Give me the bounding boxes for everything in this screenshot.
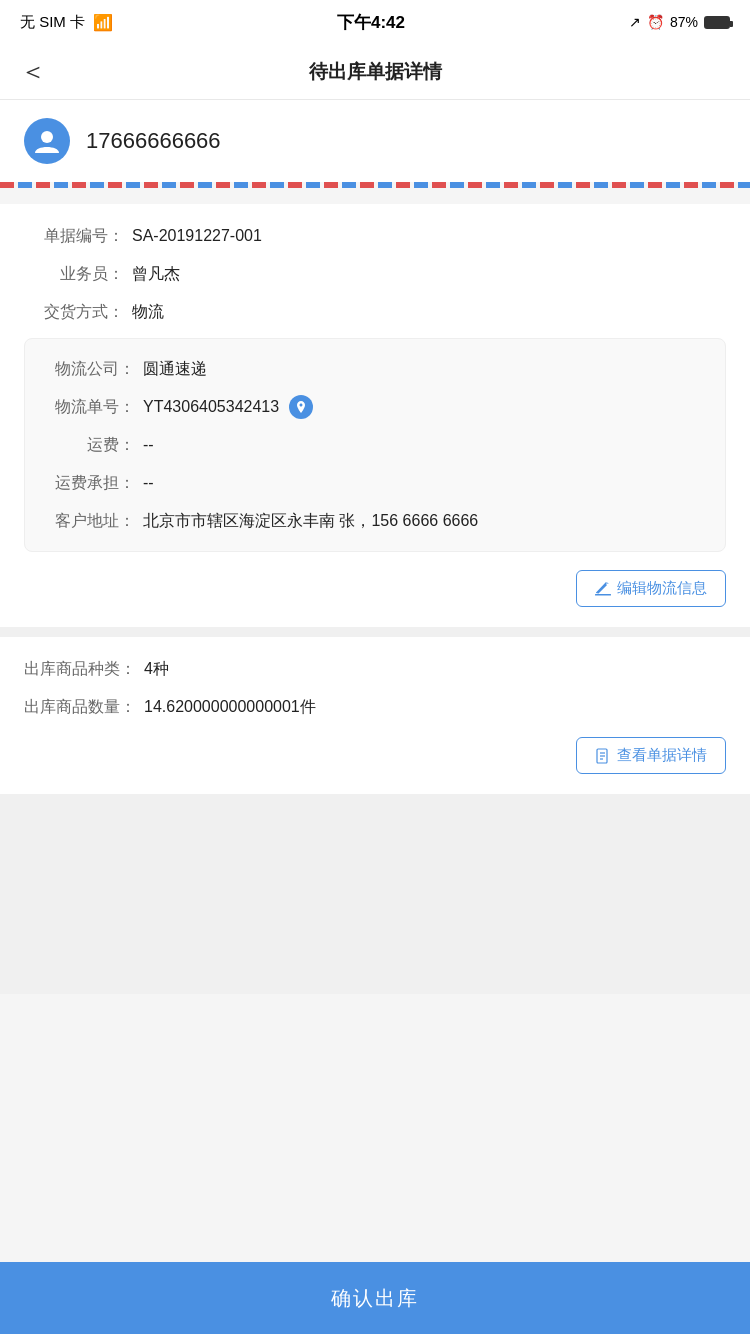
goods-section: 出库商品种类： 4种 出库商品数量： 14.620000000000001件 查… xyxy=(0,637,750,794)
edit-logistics-label: 编辑物流信息 xyxy=(617,579,707,598)
freight-bearer-value: -- xyxy=(143,471,705,495)
view-details-button[interactable]: 查看单据详情 xyxy=(576,737,726,774)
delivery-method-row: 交货方式： 物流 xyxy=(24,300,726,324)
confirm-bar[interactable]: 确认出库 xyxy=(0,1262,750,1334)
section-divider-1 xyxy=(0,627,750,637)
status-time: 下午4:42 xyxy=(337,11,405,34)
battery-text: 87% xyxy=(670,14,698,30)
address-label: 客户地址： xyxy=(45,511,135,532)
page-title: 待出库单据详情 xyxy=(309,59,442,85)
address-value: 北京市市辖区海淀区永丰南 张，156 6666 6666 xyxy=(143,509,705,533)
avatar xyxy=(24,118,70,164)
location-status-icon: ↗ xyxy=(629,14,641,30)
order-no-value: SA-20191227-001 xyxy=(132,224,726,248)
delivery-method-label: 交货方式： xyxy=(24,300,124,324)
battery-icon xyxy=(704,16,730,29)
basic-info-section: 单据编号： SA-20191227-001 业务员： 曾凡杰 交货方式： 物流 … xyxy=(0,204,750,627)
confirm-button-label: 确认出库 xyxy=(331,1285,419,1312)
goods-quantity-label: 出库商品数量： xyxy=(24,695,136,719)
salesman-value: 曾凡杰 xyxy=(132,262,726,286)
freight-label: 运费： xyxy=(45,435,135,456)
goods-type-row: 出库商品种类： 4种 xyxy=(24,657,726,681)
user-icon xyxy=(33,127,61,155)
status-bar: 无 SIM 卡 📶 下午4:42 ↗ ⏰ 87% xyxy=(0,0,750,44)
tracking-no-value: YT4306405342413 xyxy=(143,395,705,419)
goods-quantity-value: 14.620000000000001件 xyxy=(144,695,726,719)
tracking-no-label: 物流单号： xyxy=(45,397,135,418)
salesman-label: 业务员： xyxy=(24,262,124,286)
freight-value: -- xyxy=(143,433,705,457)
logistics-card: 物流公司： 圆通速递 物流单号： YT4306405342413 运费： -- … xyxy=(24,338,726,552)
svg-rect-1 xyxy=(595,594,611,596)
bottom-spacer xyxy=(0,794,750,994)
tracking-location-icon[interactable] xyxy=(289,395,313,419)
order-no-label: 单据编号： xyxy=(24,224,124,248)
freight-bearer-label: 运费承担： xyxy=(45,473,135,494)
svg-point-0 xyxy=(41,131,53,143)
edit-icon xyxy=(595,581,611,597)
logistics-company-value: 圆通速递 xyxy=(143,357,705,381)
view-details-container: 查看单据详情 xyxy=(24,737,726,774)
edit-logistics-button[interactable]: 编辑物流信息 xyxy=(576,570,726,607)
address-row: 客户地址： 北京市市辖区海淀区永丰南 张，156 6666 6666 xyxy=(45,509,705,533)
goods-type-label: 出库商品种类： xyxy=(24,657,136,681)
alarm-icon: ⏰ xyxy=(647,14,664,30)
wifi-icon: 📶 xyxy=(93,13,113,32)
tracking-no-row: 物流单号： YT4306405342413 xyxy=(45,395,705,419)
customer-phone: 17666666666 xyxy=(86,128,221,154)
nav-bar: ＜ 待出库单据详情 xyxy=(0,44,750,100)
edit-logistics-container: 编辑物流信息 xyxy=(24,570,726,607)
status-right: ↗ ⏰ 87% xyxy=(629,14,730,30)
delivery-method-value: 物流 xyxy=(132,300,726,324)
carrier-text: 无 SIM 卡 xyxy=(20,13,85,32)
customer-header: 17666666666 xyxy=(0,100,750,182)
back-button[interactable]: ＜ xyxy=(20,54,60,89)
freight-row: 运费： -- xyxy=(45,433,705,457)
goods-type-value: 4种 xyxy=(144,657,726,681)
dashed-divider xyxy=(0,182,750,188)
view-details-label: 查看单据详情 xyxy=(617,746,707,765)
order-no-row: 单据编号： SA-20191227-001 xyxy=(24,224,726,248)
salesman-row: 业务员： 曾凡杰 xyxy=(24,262,726,286)
goods-quantity-row: 出库商品数量： 14.620000000000001件 xyxy=(24,695,726,719)
logistics-company-label: 物流公司： xyxy=(45,359,135,380)
document-icon xyxy=(595,748,611,764)
logistics-company-row: 物流公司： 圆通速递 xyxy=(45,357,705,381)
status-left: 无 SIM 卡 📶 xyxy=(20,13,113,32)
freight-bearer-row: 运费承担： -- xyxy=(45,471,705,495)
